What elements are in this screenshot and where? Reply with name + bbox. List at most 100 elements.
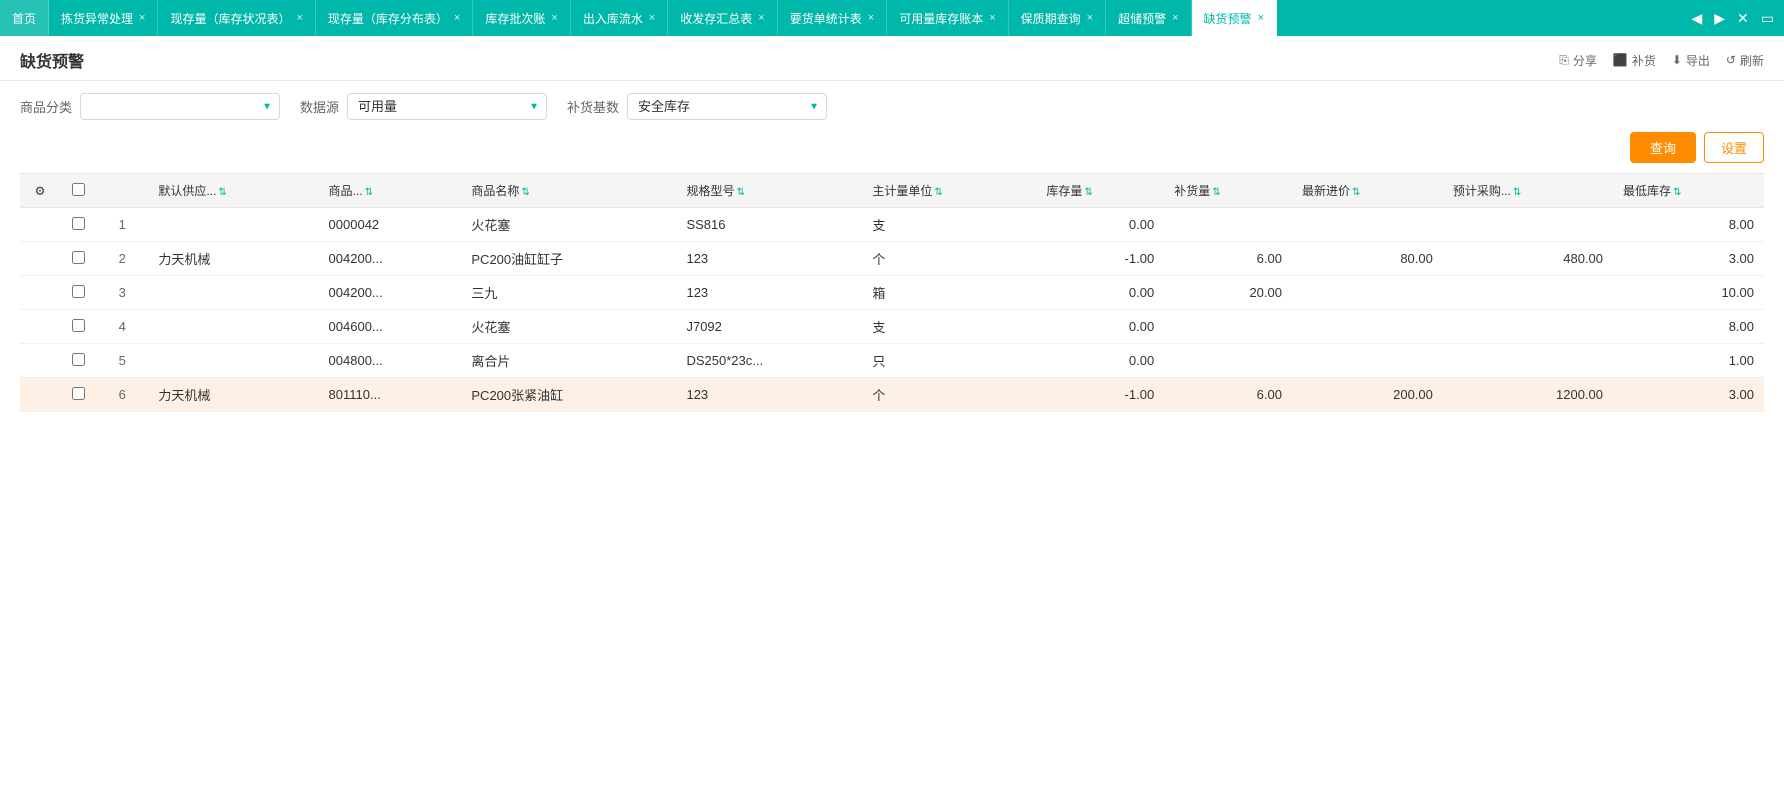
tab-label: 出入库流水 [583,10,643,27]
tab-close-icon[interactable]: × [296,12,302,24]
row-checkbox[interactable] [72,387,85,400]
th-est-purchase[interactable]: 预计采购...⇅ [1443,174,1613,208]
settings-button[interactable]: 设置 [1704,132,1764,163]
cell-checkbox [60,310,96,344]
cell-gear [20,378,60,412]
gear-icon[interactable]: ⚙ [35,184,46,198]
th-replenish-qty[interactable]: 补货量⇅ [1164,174,1292,208]
replenish-button[interactable]: ⬛ 补货 [1613,52,1656,69]
tab-home[interactable]: 首页 [0,0,49,36]
cell-row-num: 1 [96,208,148,242]
row-checkbox[interactable] [72,319,85,332]
tab-batch-account[interactable]: 库存批次账× [473,0,570,36]
table-row: 3 004200... 三九 123 箱 0.00 20.00 10.00 [20,276,1764,310]
tab-abnormal[interactable]: 拣货异常处理× [49,0,158,36]
tab-next-button[interactable]: ▶ [1708,7,1731,29]
tab-close-icon[interactable]: × [1172,12,1178,24]
tab-close-icon[interactable]: × [551,12,557,24]
page-container: 缺货预警 ⎘ 分享 ⬛ 补货 ⬇ 导出 ↺ 刷新 商品分类 [0,36,1784,796]
tab-prev-button[interactable]: ◀ [1685,7,1708,29]
tab-overstock[interactable]: 超储预警× [1106,0,1191,36]
tab-close-icon[interactable]: × [1258,12,1264,24]
action-area: 查询 设置 [0,132,1784,173]
row-checkbox[interactable] [72,251,85,264]
cell-product-code: 004200... [319,276,462,310]
tab-close-icon[interactable]: × [1087,12,1093,24]
tab-requisition-stat[interactable]: 要货单统计表× [778,0,887,36]
category-select[interactable] [80,93,280,120]
replenish-base-label: 补货基数 [567,97,619,116]
cell-product-name: 三九 [461,276,676,310]
tab-close-icon[interactable]: × [454,12,460,24]
th-product-name[interactable]: 商品名称⇅ [461,174,676,208]
datasource-filter-group: 数据源 可用量 [300,93,547,120]
cell-product-code: 004200... [319,242,462,276]
th-default-supplier[interactable]: 默认供应...⇅ [148,174,318,208]
datasource-label: 数据源 [300,97,339,116]
cell-stock: 0.00 [1036,208,1164,242]
th-spec[interactable]: 规格型号⇅ [676,174,862,208]
cell-row-num: 2 [96,242,148,276]
cell-stock: 0.00 [1036,310,1164,344]
cell-product-code: 004600... [319,310,462,344]
cell-latest-price: 200.00 [1292,378,1443,412]
cell-supplier [148,208,318,242]
th-product-code[interactable]: 商品...⇅ [319,174,462,208]
tab-inventory-status[interactable]: 现存量（库存状况表）× [158,0,315,36]
cell-checkbox [60,276,96,310]
cell-row-num: 6 [96,378,148,412]
sort-icon-est: ⇅ [1513,187,1521,198]
tab-in-out-flow[interactable]: 出入库流水 × [571,0,668,36]
cell-unit: 支 [862,208,1036,242]
tab-close-icon[interactable]: × [989,12,995,24]
tab-expiry-query[interactable]: 保质期查询 × [1009,0,1106,36]
replenish-base-select[interactable]: 安全库存 [627,93,827,120]
tab-available-ledger[interactable]: 可用量库存账本× [887,0,1008,36]
select-all-checkbox[interactable] [72,183,85,196]
cell-stock: 0.00 [1036,344,1164,378]
cell-est-purchase [1443,310,1613,344]
page-header: 缺货预警 ⎘ 分享 ⬛ 补货 ⬇ 导出 ↺ 刷新 [0,36,1784,81]
cell-replenish-qty [1164,344,1292,378]
th-stock[interactable]: 库存量⇅ [1036,174,1164,208]
cell-product-code: 801110... [319,378,462,412]
tab-close-icon[interactable]: × [868,12,874,24]
cell-replenish-qty: 6.00 [1164,242,1292,276]
data-table: ⚙ 默认供应...⇅ 商品...⇅ 商品名称⇅ [20,173,1764,412]
cell-product-name: 火花塞 [461,208,676,242]
tab-inventory-dist[interactable]: 现存量（库存分布表）× [316,0,473,36]
tab-close-icon[interactable]: × [649,12,655,24]
cell-spec: 123 [676,378,862,412]
tab-shortage[interactable]: 缺货预警× [1192,0,1277,36]
share-button[interactable]: ⎘ 分享 [1559,52,1597,69]
tab-close-button[interactable]: ✕ [1731,7,1755,29]
cell-checkbox [60,208,96,242]
sort-icon-supplier: ⇅ [218,187,226,198]
row-checkbox[interactable] [72,353,85,366]
cell-gear [20,310,60,344]
cell-replenish-qty [1164,310,1292,344]
sort-icon-spec: ⇅ [736,187,744,198]
cell-spec: J7092 [676,310,862,344]
tab-restore-button[interactable]: ▭ [1755,7,1780,29]
refresh-button[interactable]: ↺ 刷新 [1726,52,1764,69]
tab-label: 收发存汇总表 [680,10,752,27]
cell-product-code: 0000042 [319,208,462,242]
cell-supplier [148,276,318,310]
tab-receipt-summary[interactable]: 收发存汇总表 × [668,0,777,36]
th-gear: ⚙ [20,174,60,208]
row-checkbox[interactable] [72,285,85,298]
cell-stock: -1.00 [1036,378,1164,412]
category-select-wrapper [80,93,280,120]
th-min-stock[interactable]: 最低库存⇅ [1613,174,1764,208]
tab-label: 保质期查询 [1021,10,1081,27]
cell-gear [20,344,60,378]
datasource-select[interactable]: 可用量 [347,93,547,120]
tab-close-icon[interactable]: × [758,12,764,24]
th-unit[interactable]: 主计量单位⇅ [862,174,1036,208]
row-checkbox[interactable] [72,217,85,230]
tab-close-icon[interactable]: × [139,12,145,24]
export-button[interactable]: ⬇ 导出 [1672,52,1710,69]
query-button[interactable]: 查询 [1630,132,1696,163]
th-latest-price[interactable]: 最新进价⇅ [1292,174,1443,208]
